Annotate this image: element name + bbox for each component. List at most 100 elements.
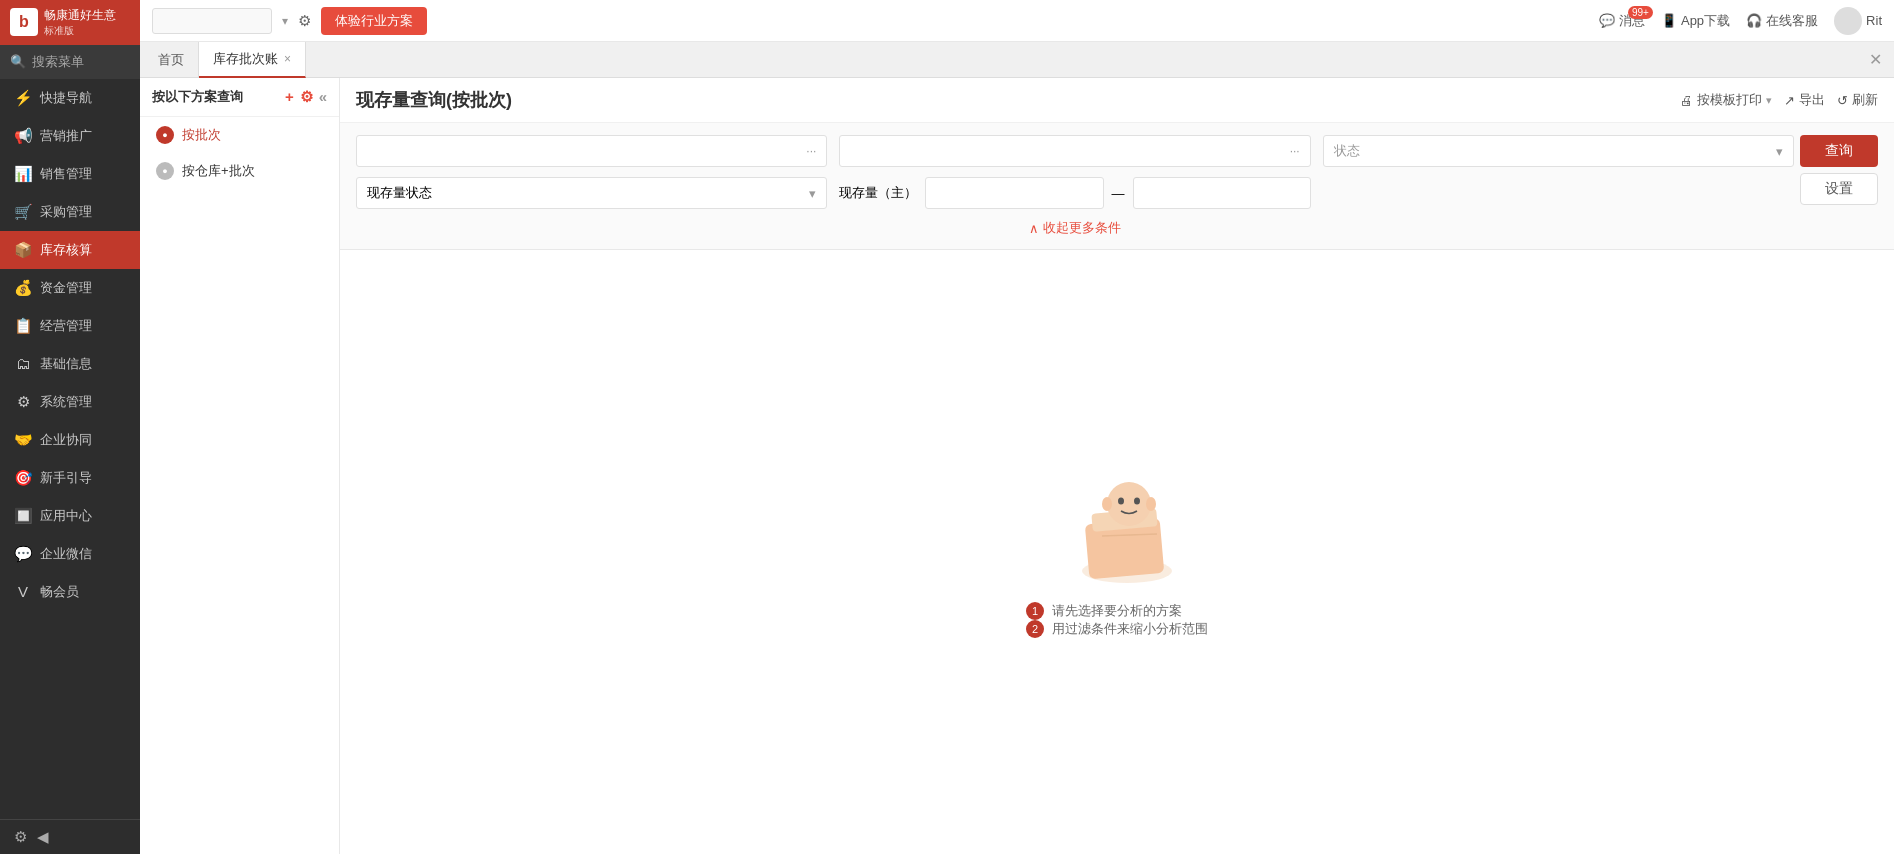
- svg-point-5: [1134, 498, 1140, 505]
- search-icon: 🔍: [10, 54, 26, 69]
- empty-state: 1 请先选择要分析的方案2 用过滤条件来缩小分析范围: [340, 250, 1894, 854]
- svg-point-4: [1118, 498, 1124, 505]
- sidebar-item-purchase[interactable]: 🛒 采购管理: [0, 193, 140, 231]
- status-select[interactable]: 状态 ▾: [1323, 135, 1794, 167]
- collapse-icon: ∧: [1029, 221, 1039, 236]
- print-btn[interactable]: 🖨 按模板打印 ▾: [1680, 91, 1772, 109]
- inventory-qty-separator: —: [1112, 186, 1125, 201]
- tab-inventory-batch[interactable]: 库存批次账 ×: [199, 42, 306, 78]
- scheme-settings-icon[interactable]: ⚙: [300, 88, 313, 106]
- topbar-dropdown-icon[interactable]: ▾: [282, 14, 288, 28]
- sidebar: b 畅康通好生意 标准版 🔍 搜索菜单 ⚡ 快捷导航📢 营销推广📊 销售管理🛒 …: [0, 0, 140, 854]
- status-field: 状态 ▾: [1323, 135, 1794, 167]
- inventory-status-arrow-icon: ▾: [809, 186, 816, 201]
- sidebar-item-inventory[interactable]: 📦 库存核算: [0, 231, 140, 269]
- sidebar-item-enterprise[interactable]: 🤝 企业协同: [0, 421, 140, 459]
- status-select-value: 状态: [1334, 142, 1360, 160]
- warehouse-batch-scheme-icon: ●: [156, 162, 174, 180]
- sidebar-item-finance[interactable]: 💰 资金管理: [0, 269, 140, 307]
- inventory-icon: 📦: [14, 241, 32, 259]
- sidebar-item-app[interactable]: 🔲 应用中心: [0, 497, 140, 535]
- app-download-btn[interactable]: 📱 App下载: [1661, 12, 1730, 30]
- main-area: ▾ ⚙ 体验行业方案 💬 消息 99+ 📱 App下载 🎧 在线客服 Rit: [140, 0, 1894, 854]
- inventory-qty-min-input[interactable]: [925, 177, 1103, 209]
- sidebar-item-guide[interactable]: 🎯 新手引导: [0, 459, 140, 497]
- app-download-icon: 📱: [1661, 13, 1677, 28]
- sidebar-item-quick-nav[interactable]: ⚡ 快捷导航: [0, 79, 140, 117]
- inventory-status-field: 现存量状态 ▾: [356, 177, 827, 209]
- export-label: 导出: [1799, 91, 1825, 109]
- svg-point-6: [1102, 497, 1112, 511]
- scheme-item-batch[interactable]: ● 按批次: [140, 117, 339, 153]
- sidebar-item-member[interactable]: V 畅会员: [0, 573, 140, 611]
- topbar-search-input[interactable]: [152, 8, 272, 34]
- message-btn[interactable]: 💬 消息 99+: [1599, 12, 1645, 30]
- sidebar-item-wechat[interactable]: 💬 企业微信: [0, 535, 140, 573]
- print-label: 按模板打印: [1697, 91, 1762, 109]
- query-actions: 🖨 按模板打印 ▾ ↗ 导出 ↺ 刷新: [1680, 91, 1878, 109]
- sidebar-item-sales[interactable]: 📊 销售管理: [0, 155, 140, 193]
- left-scheme-panel: 按以下方案查询 + ⚙ « ● 按批次● 按仓库+批次: [140, 78, 340, 854]
- tabs-bar: 首页 库存批次账 × ✕: [140, 42, 1894, 78]
- basics-icon: 🗂: [14, 355, 32, 372]
- filter-row-1: ··· ··· 状态 ▾: [356, 135, 1794, 167]
- batch-scheme-label: 按批次: [182, 126, 221, 144]
- tab-inventory-batch-label: 库存批次账: [213, 50, 278, 68]
- export-icon: ↗: [1784, 93, 1795, 108]
- sales-label: 销售管理: [40, 165, 92, 183]
- content-area: 按以下方案查询 + ⚙ « ● 按批次● 按仓库+批次 现存量查询(按批次): [140, 78, 1894, 854]
- sidebar-item-basics[interactable]: 🗂 基础信息: [0, 345, 140, 383]
- sidebar-search[interactable]: 🔍 搜索菜单: [0, 45, 140, 79]
- settings-icon[interactable]: ⚙: [14, 828, 27, 846]
- refresh-btn[interactable]: ↺ 刷新: [1837, 91, 1878, 109]
- message-badge: 99+: [1628, 6, 1653, 19]
- topbar: ▾ ⚙ 体验行业方案 💬 消息 99+ 📱 App下载 🎧 在线客服 Rit: [140, 0, 1894, 42]
- scheme-item-warehouse-batch[interactable]: ● 按仓库+批次: [140, 153, 339, 189]
- topbar-right: 💬 消息 99+ 📱 App下载 🎧 在线客服 Rit: [1599, 7, 1882, 35]
- page-title: 现存量查询(按批次): [356, 88, 512, 112]
- filter-buttons: 查询 设置: [1800, 135, 1878, 205]
- add-scheme-icon[interactable]: +: [285, 88, 294, 106]
- warehouse-input[interactable]: ···: [356, 135, 827, 167]
- refresh-label: 刷新: [1852, 91, 1878, 109]
- warehouse-more-icon[interactable]: ···: [806, 144, 816, 158]
- settings-btn[interactable]: 设置: [1800, 173, 1878, 205]
- online-service-btn[interactable]: 🎧 在线客服: [1746, 12, 1818, 30]
- export-btn[interactable]: ↗ 导出: [1784, 91, 1825, 109]
- step-num-2: 2: [1026, 620, 1044, 638]
- service-icon: 🎧: [1746, 13, 1762, 28]
- print-icon: 🖨: [1680, 93, 1693, 108]
- brand-text: 畅康通好生意 标准版: [44, 8, 116, 37]
- refresh-icon: ↺: [1837, 93, 1848, 108]
- print-dropdown-icon[interactable]: ▾: [1766, 94, 1772, 107]
- filter-section: ··· ··· 状态 ▾: [340, 123, 1894, 250]
- sidebar-footer: ⚙ ◀: [0, 819, 140, 854]
- purchase-icon: 🛒: [14, 203, 32, 221]
- inventory-status-select[interactable]: 现存量状态 ▾: [356, 177, 827, 209]
- tab-home[interactable]: 首页: [144, 42, 199, 78]
- product-more-icon[interactable]: ···: [1290, 144, 1300, 158]
- product-input[interactable]: ···: [839, 135, 1310, 167]
- collapse-panel-icon[interactable]: «: [319, 88, 327, 106]
- svg-point-3: [1107, 482, 1151, 526]
- topbar-gear-icon[interactable]: ⚙: [298, 12, 311, 30]
- close-all-tabs-btn[interactable]: ✕: [1861, 50, 1890, 69]
- experience-btn[interactable]: 体验行业方案: [321, 7, 427, 35]
- query-btn[interactable]: 查询: [1800, 135, 1878, 167]
- step-text-2: 用过滤条件来缩小分析范围: [1052, 620, 1208, 638]
- sidebar-item-operation[interactable]: 📋 经营管理: [0, 307, 140, 345]
- sidebar-item-marketing[interactable]: 📢 营销推广: [0, 117, 140, 155]
- inventory-status-label: 现存量状态: [367, 184, 432, 202]
- collapse-sidebar-icon[interactable]: ◀: [37, 828, 49, 846]
- tab-close-icon[interactable]: ×: [284, 52, 291, 66]
- inventory-qty-max-input[interactable]: [1133, 177, 1311, 209]
- collapse-more-btn[interactable]: ∧ 收起更多条件: [356, 219, 1794, 237]
- warehouse-field: ···: [356, 135, 827, 167]
- user-avatar[interactable]: Rit: [1834, 7, 1882, 35]
- message-icon: 💬: [1599, 13, 1615, 28]
- online-service-label: 在线客服: [1766, 12, 1818, 30]
- purchase-label: 采购管理: [40, 203, 92, 221]
- basics-label: 基础信息: [40, 355, 92, 373]
- sidebar-item-system[interactable]: ⚙ 系统管理: [0, 383, 140, 421]
- inventory-qty-label: 现存量（主）: [839, 184, 917, 202]
